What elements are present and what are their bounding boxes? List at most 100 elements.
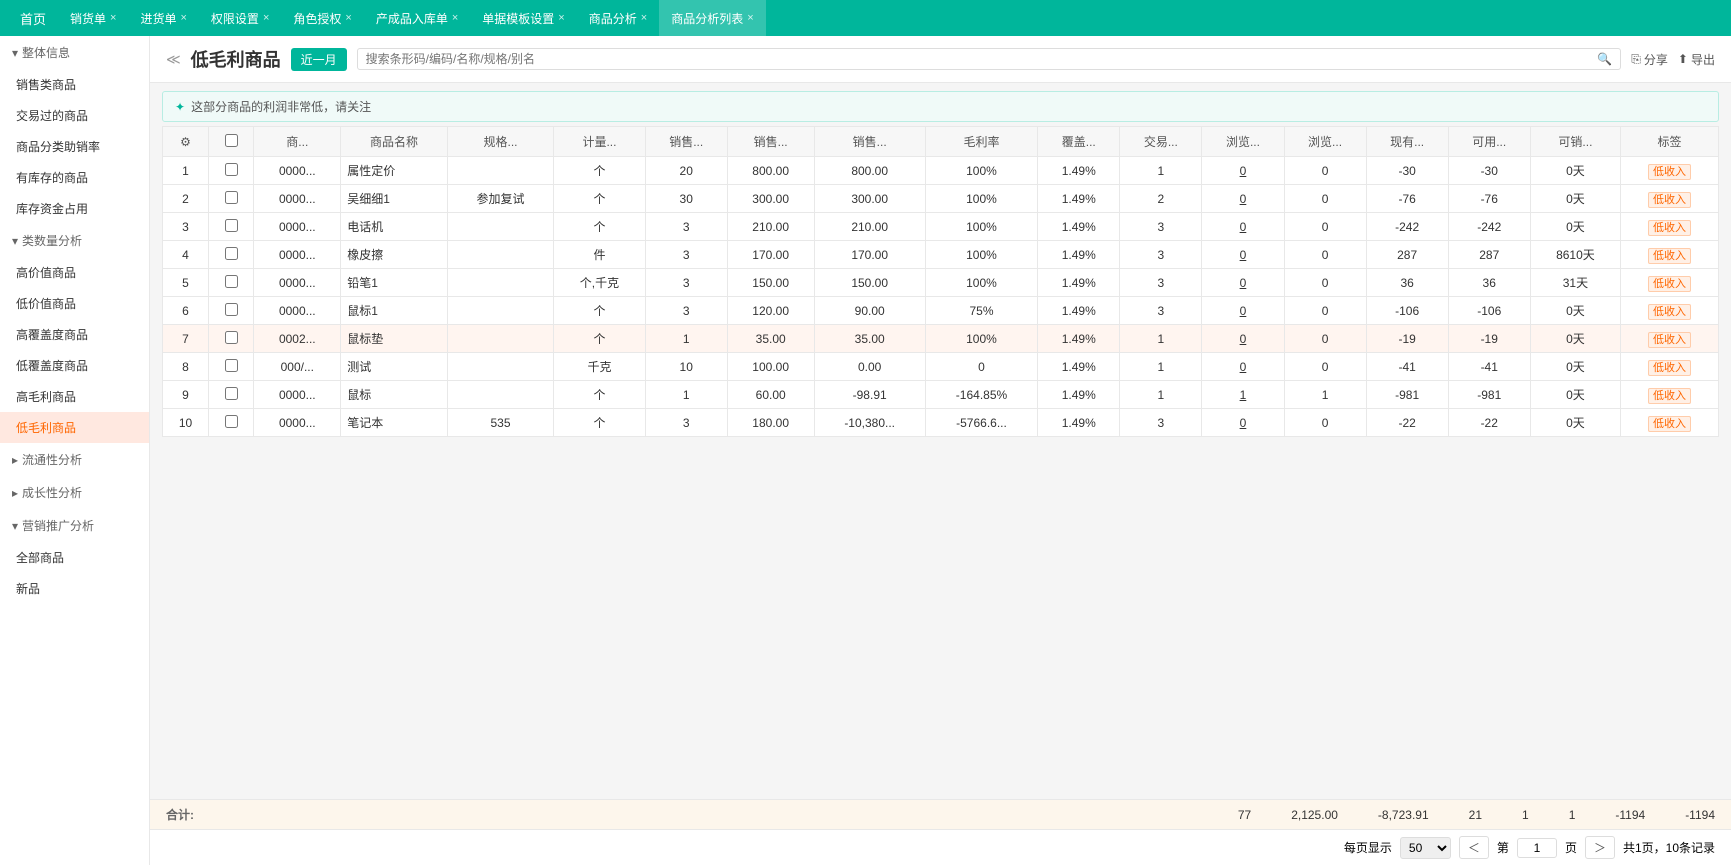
row-browse1[interactable]: 0 (1202, 269, 1284, 297)
nav-home[interactable]: 首页 (8, 0, 58, 36)
row-name[interactable]: 鼠标垫 (341, 325, 448, 353)
col-settings[interactable]: ⚙ (163, 127, 209, 157)
nav-template[interactable]: 单据模板设置× (470, 0, 576, 36)
page-number-input[interactable] (1517, 838, 1557, 858)
nav-products-in-close[interactable]: × (452, 12, 458, 24)
row-name[interactable]: 橡皮擦 (341, 241, 448, 269)
row-checkbox[interactable] (209, 297, 254, 325)
filter-recent-month-btn[interactable]: 近一月 (291, 48, 347, 71)
row-checkbox[interactable] (209, 381, 254, 409)
nav-sales[interactable]: 销货单× (58, 0, 128, 36)
export-btn[interactable]: ⬆ 导出 (1678, 51, 1715, 68)
col-amount[interactable]: 销售... (814, 127, 925, 157)
nav-sales-close[interactable]: × (110, 12, 116, 24)
row-browse1[interactable]: 0 (1202, 185, 1284, 213)
sidebar-section-quantity[interactable]: ▾ 类数量分析 (0, 224, 149, 257)
col-spec[interactable]: 规格... (447, 127, 554, 157)
row-select-checkbox[interactable] (225, 191, 238, 204)
col-saleable[interactable]: 可销... (1530, 127, 1620, 157)
sidebar-item-category-rate[interactable]: 商品分类助销率 (0, 131, 149, 162)
row-name[interactable]: 测试 (341, 353, 448, 381)
nav-roles-close[interactable]: × (345, 12, 351, 24)
col-coverage[interactable]: 覆盖... (1038, 127, 1120, 157)
row-name[interactable]: 电话机 (341, 213, 448, 241)
row-checkbox[interactable] (209, 185, 254, 213)
sidebar-section-overall[interactable]: ▾ 整体信息 (0, 36, 149, 69)
table-container[interactable]: ⚙ 商... 商品名称 规格... 计量... 销售... 销售... 销售..… (150, 126, 1731, 799)
nav-products-in[interactable]: 产成品入库单× (364, 0, 470, 36)
row-select-checkbox[interactable] (225, 331, 238, 344)
row-select-checkbox[interactable] (225, 387, 238, 400)
row-checkbox[interactable] (209, 213, 254, 241)
row-browse1[interactable]: 0 (1202, 325, 1284, 353)
nav-analysis[interactable]: 商品分析× (577, 0, 659, 36)
nav-analysis-list[interactable]: 商品分析列表× (659, 0, 765, 36)
collapse-sidebar-btn[interactable]: ≪ (166, 51, 181, 68)
nav-template-close[interactable]: × (558, 12, 564, 24)
sidebar-item-high-value[interactable]: 高价值商品 (0, 257, 149, 288)
nav-permissions[interactable]: 权限设置× (199, 0, 281, 36)
row-browse1[interactable]: 0 (1202, 241, 1284, 269)
row-select-checkbox[interactable] (225, 219, 238, 232)
row-checkbox[interactable] (209, 409, 254, 437)
row-name[interactable]: 属性定价 (341, 157, 448, 185)
row-browse1[interactable]: 0 (1202, 297, 1284, 325)
page-size-select[interactable]: 50 100 200 (1400, 837, 1451, 859)
row-select-checkbox[interactable] (225, 247, 238, 260)
nav-purchase[interactable]: 进货单× (128, 0, 198, 36)
row-select-checkbox[interactable] (225, 415, 238, 428)
row-name[interactable]: 鼠标1 (341, 297, 448, 325)
col-gross-rate[interactable]: 毛利率 (925, 127, 1037, 157)
next-page-btn[interactable]: ＞ (1585, 836, 1615, 859)
row-checkbox[interactable] (209, 269, 254, 297)
row-select-checkbox[interactable] (225, 303, 238, 316)
row-browse1[interactable]: 0 (1202, 409, 1284, 437)
row-name[interactable]: 鼠标 (341, 381, 448, 409)
col-avail[interactable]: 可用... (1448, 127, 1530, 157)
col-browse2[interactable]: 浏览... (1284, 127, 1366, 157)
col-unit[interactable]: 计量... (554, 127, 645, 157)
row-select-checkbox[interactable] (225, 359, 238, 372)
sidebar-item-new-products[interactable]: 新品 (0, 573, 149, 604)
row-name[interactable]: 吴细细1 (341, 185, 448, 213)
nav-roles[interactable]: 角色授权× (281, 0, 363, 36)
nav-analysis-list-close[interactable]: × (747, 12, 753, 24)
nav-permissions-close[interactable]: × (263, 12, 269, 24)
col-code[interactable]: 商... (254, 127, 341, 157)
prev-page-btn[interactable]: ＜ (1459, 836, 1489, 859)
share-btn[interactable]: ⎘ 分享 (1631, 51, 1668, 68)
col-checkbox-all[interactable] (209, 127, 254, 157)
col-tag[interactable]: 标签 (1621, 127, 1719, 157)
sidebar-item-sales-products[interactable]: 销售类商品 (0, 69, 149, 100)
col-trade[interactable]: 交易... (1120, 127, 1202, 157)
sidebar-item-low-coverage[interactable]: 低覆盖度商品 (0, 350, 149, 381)
row-select-checkbox[interactable] (225, 275, 238, 288)
sidebar-item-low-value[interactable]: 低价值商品 (0, 288, 149, 319)
sidebar-section-flow[interactable]: ▸ 流通性分析 (0, 443, 149, 476)
row-browse1[interactable]: 0 (1202, 157, 1284, 185)
select-all-checkbox[interactable] (225, 134, 238, 147)
sidebar-item-stock-funds[interactable]: 库存资金占用 (0, 193, 149, 224)
row-browse1[interactable]: 0 (1202, 353, 1284, 381)
search-input[interactable] (366, 52, 1598, 66)
row-name[interactable]: 笔记本 (341, 409, 448, 437)
sidebar-item-in-stock[interactable]: 有库存的商品 (0, 162, 149, 193)
row-checkbox[interactable] (209, 241, 254, 269)
row-browse1[interactable]: 0 (1202, 213, 1284, 241)
sidebar-item-low-margin[interactable]: 低毛利商品 (0, 412, 149, 443)
row-checkbox[interactable] (209, 353, 254, 381)
row-name[interactable]: 铅笔1 (341, 269, 448, 297)
sidebar-section-marketing[interactable]: ▾ 营销推广分析 (0, 509, 149, 542)
sidebar-item-high-margin[interactable]: 高毛利商品 (0, 381, 149, 412)
sidebar-item-high-coverage[interactable]: 高覆盖度商品 (0, 319, 149, 350)
sidebar-section-growth[interactable]: ▸ 成长性分析 (0, 476, 149, 509)
row-checkbox[interactable] (209, 325, 254, 353)
row-select-checkbox[interactable] (225, 163, 238, 176)
col-qty[interactable]: 销售... (645, 127, 727, 157)
sidebar-item-all-products[interactable]: 全部商品 (0, 542, 149, 573)
sidebar-item-traded-products[interactable]: 交易过的商品 (0, 100, 149, 131)
col-stock[interactable]: 现有... (1366, 127, 1448, 157)
col-price[interactable]: 销售... (727, 127, 814, 157)
nav-analysis-close[interactable]: × (641, 12, 647, 24)
col-name[interactable]: 商品名称 (341, 127, 448, 157)
